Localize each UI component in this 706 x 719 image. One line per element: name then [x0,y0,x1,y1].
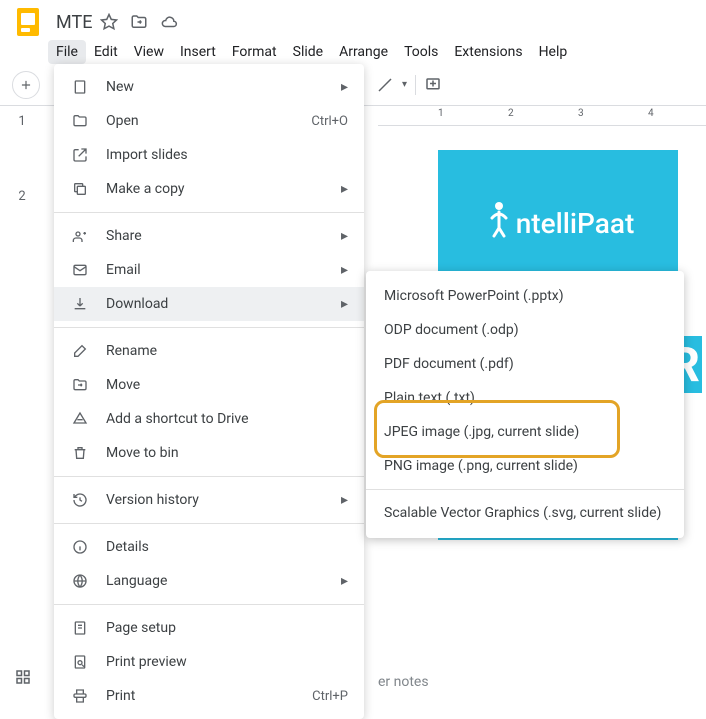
print-icon [70,686,90,706]
toolbar-separator [415,75,416,95]
slides-logo-icon [17,8,39,36]
rename-icon [70,341,90,361]
preview-icon [70,652,90,672]
menu-add-shortcut[interactable]: Add a shortcut to Drive [54,402,364,436]
menu-print-preview[interactable]: Print preview [54,645,364,679]
menu-separator [54,212,364,213]
trash-icon [70,443,90,463]
menu-separator [54,604,364,605]
chevron-right-icon: ▸ [336,181,348,197]
menu-extensions[interactable]: Extensions [446,40,530,64]
menubar: File Edit View Insert Format Slide Arran… [0,36,706,64]
menu-rename[interactable]: Rename [54,334,364,368]
menu-insert[interactable]: Insert [172,40,224,64]
new-icon [70,77,90,97]
email-icon [70,260,90,280]
menu-import-slides[interactable]: Import slides [54,138,364,172]
document-title[interactable]: MTE [56,12,92,33]
chevron-right-icon: ▸ [336,79,348,95]
move-folder-icon[interactable] [130,13,148,31]
title-bar: MTE [0,0,706,36]
menu-download[interactable]: Download▸ [54,287,364,321]
menu-language[interactable]: Language▸ [54,564,364,598]
chevron-right-icon: ▸ [336,573,348,589]
menu-move-to-bin[interactable]: Move to bin [54,436,364,470]
download-pptx[interactable]: Microsoft PowerPoint (.pptx) [366,279,684,313]
chevron-right-icon: ▸ [336,262,348,278]
thumbnail-2[interactable]: 2 [6,189,38,204]
menu-slide[interactable]: Slide [285,40,331,64]
brand-figure-icon [482,200,516,240]
menu-help[interactable]: Help [531,40,576,64]
thumbnails-panel: 1 2 [0,106,44,700]
download-txt[interactable]: Plain text (.txt) [366,381,684,415]
import-icon [70,145,90,165]
menu-make-copy[interactable]: Make a copy▸ [54,172,364,206]
menu-separator [54,523,364,524]
menu-details[interactable]: Details [54,530,364,564]
page-setup-icon [70,618,90,638]
ruler-horizontal: 1 2 3 4 [378,106,706,126]
new-slide-button[interactable] [12,71,40,99]
file-menu-dropdown: New▸ OpenCtrl+O Import slides Make a cop… [54,64,364,719]
menu-new[interactable]: New▸ [54,70,364,104]
menu-email[interactable]: Email▸ [54,253,364,287]
menu-version-history[interactable]: Version history▸ [54,483,364,517]
info-icon [70,537,90,557]
menu-page-setup[interactable]: Page setup [54,611,364,645]
download-svg[interactable]: Scalable Vector Graphics (.svg, current … [366,496,684,530]
history-icon [70,490,90,510]
menu-arrange[interactable]: Arrange [331,40,396,64]
star-icon[interactable] [100,13,118,31]
thumbnail-1[interactable]: 1 [6,114,38,129]
share-icon [70,226,90,246]
move-icon [70,375,90,395]
menu-share[interactable]: Share▸ [54,219,364,253]
globe-icon [70,571,90,591]
chevron-down-icon[interactable]: ▾ [402,79,407,90]
menu-open[interactable]: OpenCtrl+O [54,104,364,138]
download-odp[interactable]: ODP document (.odp) [366,313,684,347]
speaker-notes[interactable]: er notes [378,674,429,690]
menu-print[interactable]: PrintCtrl+P [54,679,364,713]
download-icon [70,294,90,314]
menu-tools[interactable]: Tools [396,40,446,64]
menu-move[interactable]: Move [54,368,364,402]
comment-icon[interactable] [424,76,442,94]
chevron-right-icon: ▸ [336,296,348,312]
menu-separator [54,327,364,328]
download-png[interactable]: PNG image (.png, current slide) [366,449,684,483]
download-submenu: Microsoft PowerPoint (.pptx) ODP documen… [366,271,684,538]
download-jpg[interactable]: JPEG image (.jpg, current slide) [366,415,684,449]
folder-icon [70,111,90,131]
download-pdf[interactable]: PDF document (.pdf) [366,347,684,381]
submenu-separator [366,489,684,490]
menu-separator [54,476,364,477]
chevron-right-icon: ▸ [336,492,348,508]
chevron-right-icon: ▸ [336,228,348,244]
menu-format[interactable]: Format [224,40,285,64]
drive-shortcut-icon [70,409,90,429]
brand-logo: ntelliPaat [482,200,635,240]
copy-icon [70,179,90,199]
line-tool-icon[interactable] [376,76,394,94]
grid-view-icon[interactable] [14,668,32,686]
menu-file[interactable]: File [48,40,86,64]
cloud-status-icon[interactable] [160,13,178,31]
slides-logo[interactable] [10,4,46,40]
menu-view[interactable]: View [126,40,172,64]
menu-edit[interactable]: Edit [86,40,126,64]
